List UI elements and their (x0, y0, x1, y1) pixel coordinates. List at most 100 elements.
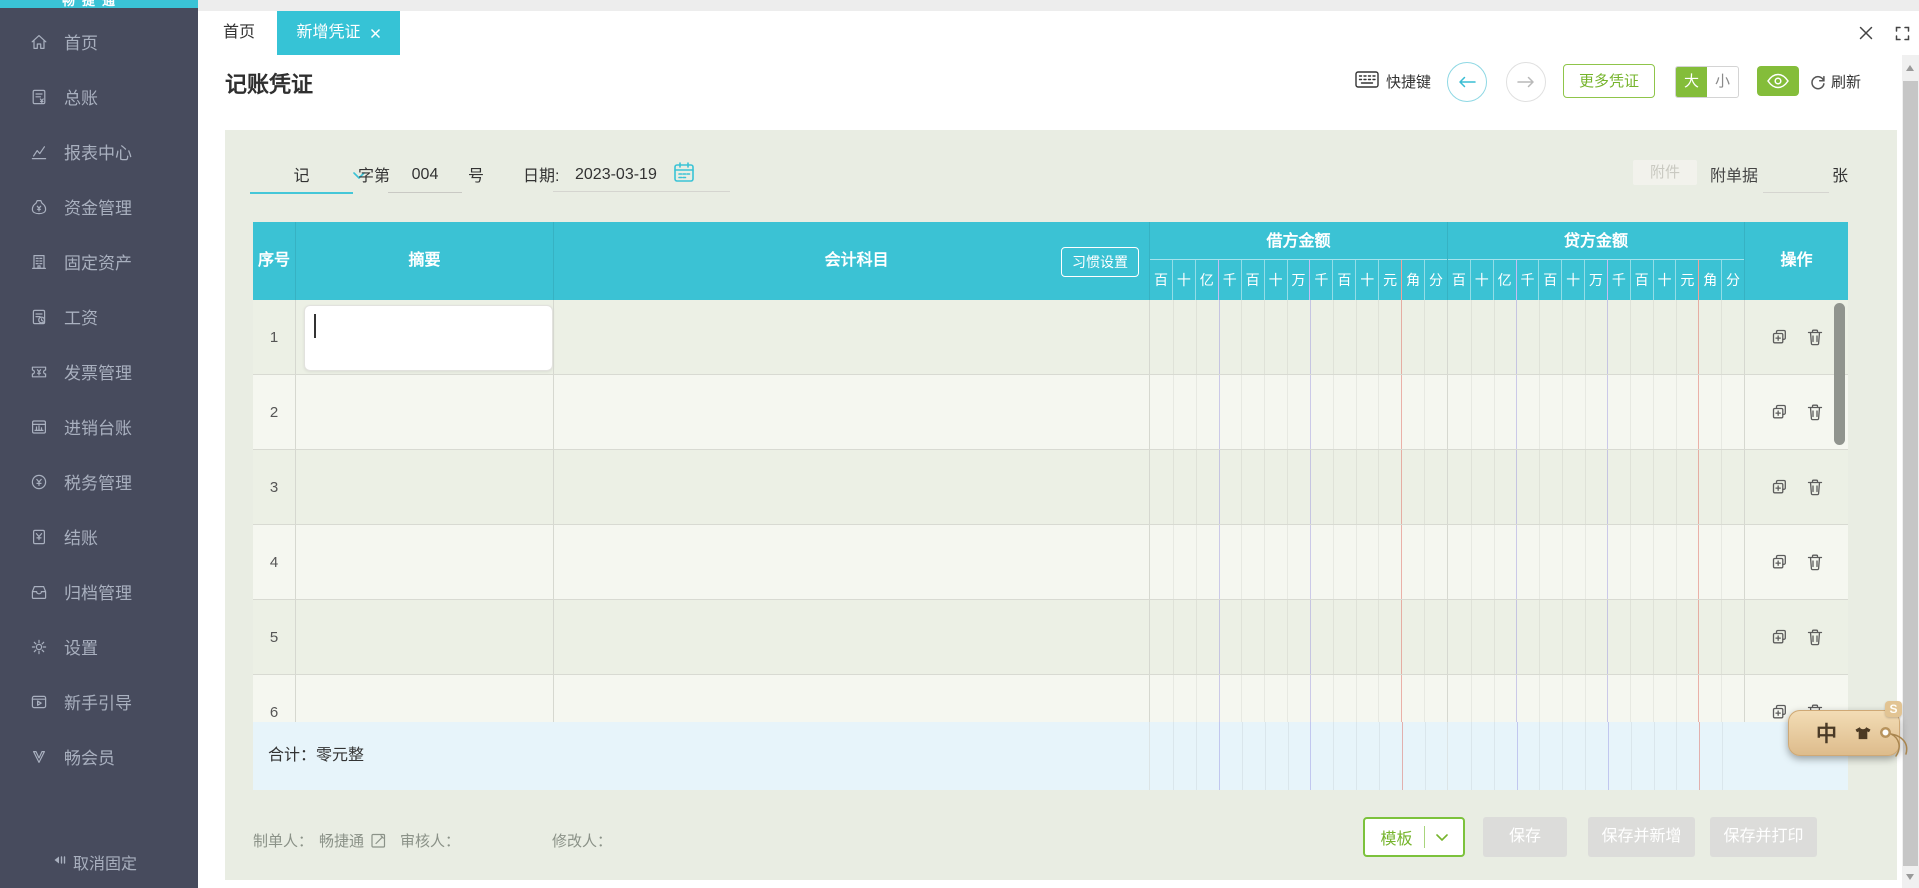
sidebar-item-label: 资金管理 (64, 199, 132, 218)
fullscreen-icon[interactable] (1890, 21, 1914, 45)
date-input[interactable]: 2023-03-19 (553, 158, 730, 192)
digit-grid-line (1584, 525, 1586, 599)
tab-bar: 首页 新增凭证 (198, 0, 1919, 55)
sidebar-collapse-button[interactable]: 取消固定 (52, 850, 137, 874)
sidebar-item-beginner-guide[interactable]: 新手引导 (0, 674, 198, 729)
ime-widget[interactable]: S 中 (1788, 701, 1908, 757)
summary-input[interactable] (304, 305, 553, 371)
voucher-word-select[interactable]: 记 (250, 156, 365, 194)
calendar-icon[interactable] (673, 161, 695, 188)
digit-grid-line (1172, 375, 1174, 449)
digit-grid-line (1195, 375, 1197, 449)
sidebar-item-closing[interactable]: 结账 (0, 509, 198, 564)
digit-grid-line (1698, 450, 1700, 524)
sidebar-item-home[interactable]: 首页 (0, 14, 198, 69)
scroll-down-arrow-icon[interactable] (1906, 874, 1914, 880)
summary-cell[interactable] (295, 300, 553, 374)
voucher-number-input[interactable]: 004 (388, 158, 462, 193)
digit-col-label: 十 (1652, 260, 1676, 300)
sidebar: 畅捷通 首页 总账 报表中心 资金管理 固定资产 工资 发票管理 进销台账 税务管理 结账 归档管理… (0, 0, 198, 888)
font-size-small-button[interactable]: 小 (1707, 67, 1738, 97)
tab-new-voucher[interactable]: 新增凭证 (277, 11, 400, 55)
scroll-up-arrow-icon[interactable] (1906, 65, 1914, 71)
account-cell[interactable] (553, 375, 1149, 449)
save-and-new-button[interactable]: 保存并新增 (1588, 817, 1695, 857)
next-voucher-button[interactable] (1506, 62, 1546, 102)
debit-cell[interactable] (1149, 375, 1447, 449)
credit-cell[interactable] (1447, 300, 1744, 374)
attachment-count-input[interactable] (1763, 158, 1829, 193)
account-cell[interactable] (553, 450, 1149, 524)
delete-row-icon[interactable] (1806, 328, 1824, 347)
summary-cell[interactable] (295, 375, 553, 449)
copy-row-icon[interactable] (1770, 478, 1789, 497)
ime-mode-indicator[interactable]: 中 (1816, 718, 1837, 748)
summary-cell[interactable] (295, 600, 553, 674)
save-and-print-button[interactable]: 保存并打印 (1710, 817, 1817, 857)
copy-row-icon[interactable] (1770, 628, 1789, 647)
account-cell[interactable] (553, 600, 1149, 674)
table-scrollbar-thumb[interactable] (1834, 303, 1845, 445)
debit-cell[interactable] (1149, 525, 1447, 599)
close-window-icon[interactable] (1854, 21, 1878, 45)
summary-cell[interactable] (295, 450, 553, 524)
copy-row-icon[interactable] (1770, 703, 1789, 722)
sidebar-item-inventory-ledger[interactable]: 进销台账 (0, 399, 198, 454)
debit-cell[interactable] (1149, 600, 1447, 674)
credit-cell[interactable] (1447, 525, 1744, 599)
habit-settings-button[interactable]: 习惯设置 (1061, 247, 1139, 277)
digit-grid-line (1698, 675, 1700, 722)
sidebar-item-fixed-assets[interactable]: 固定资产 (0, 234, 198, 289)
home-icon (29, 32, 49, 52)
refresh-button[interactable]: 刷新 (1810, 71, 1861, 92)
tab-home[interactable]: 首页 (214, 11, 264, 55)
sidebar-item-invoice[interactable]: 发票管理 (0, 344, 198, 399)
account-cell[interactable] (553, 675, 1149, 722)
debit-cell[interactable] (1149, 300, 1447, 374)
font-size-large-button[interactable]: 大 (1676, 67, 1707, 97)
delete-row-icon[interactable] (1806, 478, 1824, 497)
row-seq: 4 (269, 553, 279, 571)
summary-cell[interactable] (295, 675, 553, 722)
more-vouchers-button[interactable]: 更多凭证 (1563, 64, 1655, 98)
sidebar-item-funds-management[interactable]: 资金管理 (0, 179, 198, 234)
sidebar-item-settings[interactable]: 设置 (0, 619, 198, 674)
shortcut-key-button[interactable]: 快捷键 (1355, 71, 1431, 92)
delete-row-icon[interactable] (1806, 403, 1824, 422)
credit-cell[interactable] (1447, 675, 1744, 722)
digit-grid-line (1287, 525, 1289, 599)
visibility-button[interactable] (1757, 66, 1799, 96)
edit-icon[interactable] (370, 832, 387, 849)
debit-cell[interactable] (1149, 450, 1447, 524)
copy-row-icon[interactable] (1770, 553, 1789, 572)
debit-cell[interactable] (1149, 675, 1447, 722)
credit-cell[interactable] (1447, 450, 1744, 524)
shirt-skin-icon[interactable] (1853, 726, 1873, 741)
payroll-icon (29, 307, 49, 327)
summary-cell[interactable] (295, 525, 553, 599)
sidebar-item-tax-management[interactable]: 税务管理 (0, 454, 198, 509)
account-cell[interactable] (553, 525, 1149, 599)
credit-cell[interactable] (1447, 600, 1744, 674)
copy-row-icon[interactable] (1770, 328, 1789, 347)
sidebar-item-payroll[interactable]: 工资 (0, 289, 198, 344)
digit-grid-line (1721, 675, 1723, 722)
save-button[interactable]: 保存 (1483, 817, 1567, 857)
tab-close-icon[interactable] (370, 28, 381, 39)
delete-row-icon[interactable] (1806, 628, 1824, 647)
account-cell[interactable] (553, 300, 1149, 374)
digit-grid-line (1698, 525, 1700, 599)
sidebar-item-report-center[interactable]: 报表中心 (0, 124, 198, 179)
sidebar-item-label: 工资 (64, 309, 98, 328)
sidebar-item-archive[interactable]: 归档管理 (0, 564, 198, 619)
template-chevron-down-icon[interactable] (1435, 828, 1448, 846)
digit-col-label: 千 (1217, 260, 1241, 300)
template-button[interactable]: 模板 (1363, 817, 1465, 857)
sidebar-item-member[interactable]: 畅会员 (0, 729, 198, 784)
copy-row-icon[interactable] (1770, 403, 1789, 422)
delete-row-icon[interactable] (1806, 553, 1824, 572)
credit-cell[interactable] (1447, 375, 1744, 449)
prev-voucher-button[interactable] (1447, 62, 1487, 102)
attachment-button[interactable]: 附件 (1633, 160, 1697, 185)
sidebar-item-general-ledger[interactable]: 总账 (0, 69, 198, 124)
